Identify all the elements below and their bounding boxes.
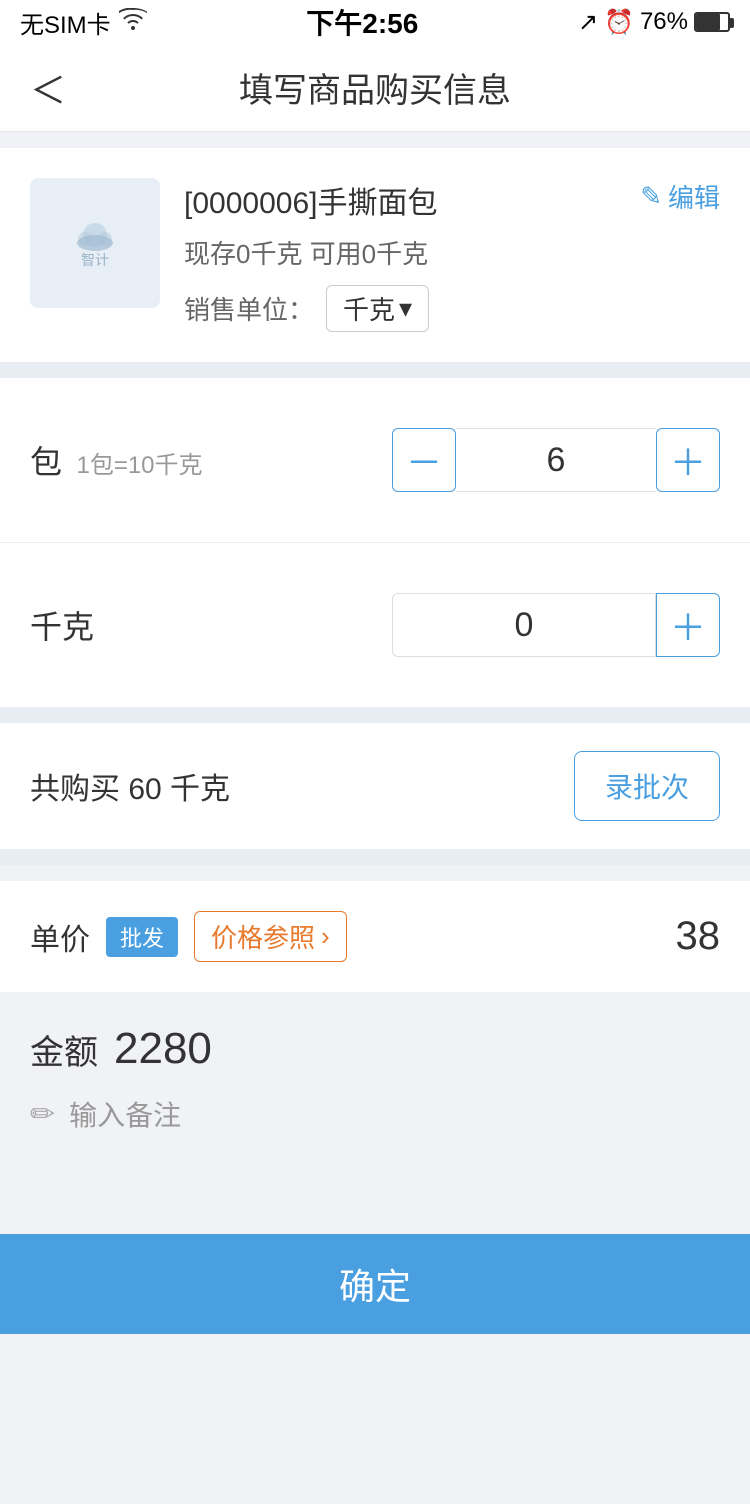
price-ref-label: 价格参照 [211, 918, 315, 955]
empty-area [0, 1164, 750, 1504]
remark-row[interactable]: ✏ 输入备注 [30, 1094, 720, 1134]
status-left: 无SIM卡 [20, 5, 147, 40]
price-ref-button[interactable]: 价格参照 › [194, 911, 347, 962]
location-icon: ↗ [578, 8, 598, 37]
remark-placeholder: 输入备注 [69, 1094, 181, 1134]
kg-row: 千克 ＋ [30, 573, 720, 677]
unit-label: 销售单位： [184, 290, 314, 327]
confirm-button[interactable]: 确定 [0, 1234, 750, 1334]
back-button[interactable]: ＜ [30, 62, 66, 114]
carrier-text: 无SIM卡 [20, 5, 111, 40]
batch-button[interactable]: 录批次 [574, 751, 720, 821]
divider-3 [0, 849, 750, 865]
unit-select[interactable]: 千克 ▾ [326, 285, 429, 332]
status-bar: 无SIM卡 下午2:56 ↗ ⏰ 76% [0, 0, 750, 44]
product-unit-row: 销售单位： 千克 ▾ [184, 285, 720, 332]
status-right: ↗ ⏰ 76% [578, 8, 730, 37]
price-label: 单价 [30, 915, 90, 959]
bao-quantity-control: － ＋ [392, 428, 720, 492]
amount-label: 金额 [30, 1025, 98, 1074]
price-tag: 批发 [106, 917, 178, 957]
bao-input-section: 包 1包=10千克 － ＋ [0, 378, 750, 542]
status-time: 下午2:56 [306, 2, 418, 42]
battery-text: 76% [640, 8, 688, 36]
bao-label-container: 包 1包=10千克 [30, 437, 203, 483]
bao-sublabel: 1包=10千克 [76, 452, 202, 479]
product-stock: 现存0千克 可用0千克 [184, 234, 720, 271]
price-value: 38 [676, 914, 721, 959]
bao-quantity-input[interactable] [456, 428, 656, 492]
wifi-icon [119, 8, 147, 37]
summary-text: 共购买 60 千克 [30, 764, 230, 808]
page-title: 填写商品购买信息 [239, 63, 511, 112]
divider-1 [0, 362, 750, 378]
kg-increment-button[interactable]: ＋ [656, 593, 720, 657]
price-section: 单价 批发 价格参照 › 38 [0, 881, 750, 992]
svg-text:智计: 智计 [81, 252, 109, 268]
product-image: 智计 [30, 178, 160, 308]
amount-row: 金额 2280 [30, 1024, 720, 1074]
edit-button[interactable]: ✎ 编辑 [640, 178, 720, 215]
summary-section: 共购买 60 千克 录批次 [0, 723, 750, 849]
battery-icon [694, 12, 730, 32]
kg-input-section: 千克 ＋ [0, 543, 750, 707]
divider-2 [0, 707, 750, 723]
amount-section: 金额 2280 ✏ 输入备注 [0, 994, 750, 1164]
alarm-icon: ⏰ [604, 8, 634, 37]
bao-decrement-button[interactable]: － [392, 428, 456, 492]
kg-label: 千克 [30, 602, 94, 648]
kg-quantity-control: ＋ [392, 593, 720, 657]
nav-bar: ＜ 填写商品购买信息 [0, 44, 750, 132]
bao-increment-button[interactable]: ＋ [656, 428, 720, 492]
chevron-down-icon: ▾ [399, 293, 412, 324]
bao-label: 包 [30, 444, 62, 480]
chevron-right-icon: › [321, 921, 330, 952]
pencil-icon: ✏ [30, 1097, 55, 1132]
amount-value: 2280 [114, 1024, 212, 1074]
bao-row: 包 1包=10千克 － ＋ [30, 408, 720, 512]
edit-icon: ✎ [640, 181, 662, 212]
kg-quantity-input[interactable] [392, 593, 656, 657]
product-card: 智计 [0000006]手撕面包 现存0千克 可用0千克 销售单位： 千克 ▾ … [0, 148, 750, 362]
